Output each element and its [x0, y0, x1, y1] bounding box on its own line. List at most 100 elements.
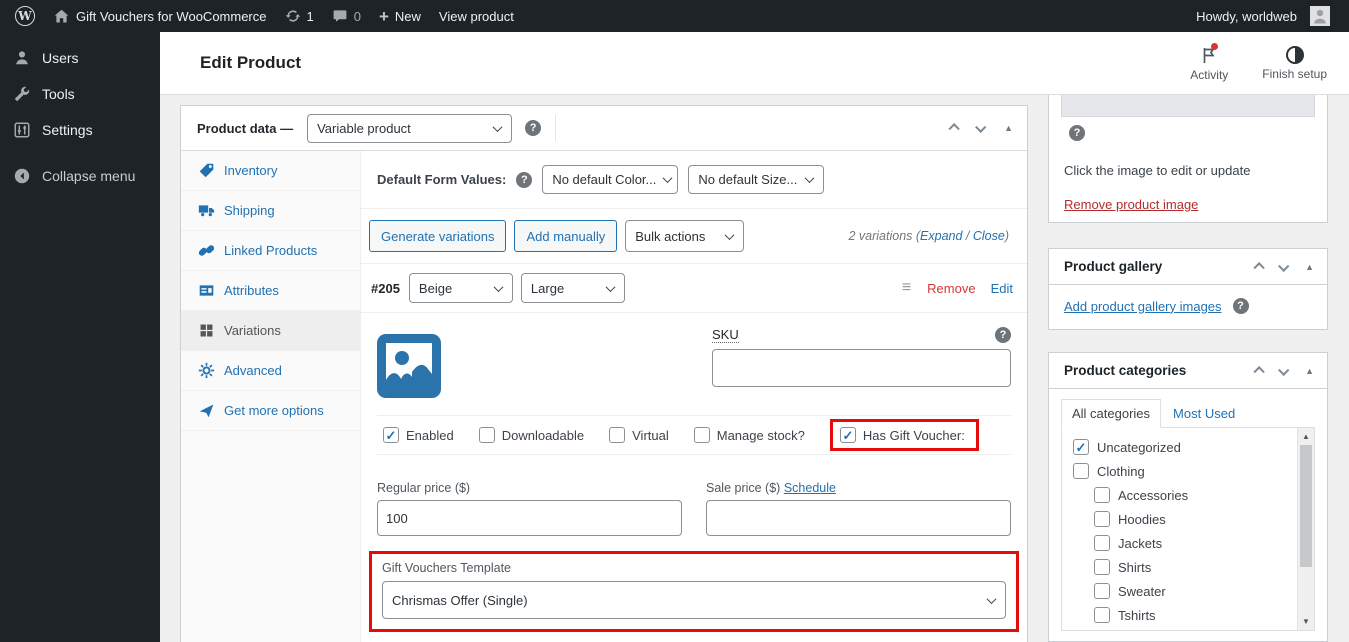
schedule-link[interactable]: Schedule: [784, 481, 836, 495]
close-link[interactable]: Close: [973, 229, 1005, 243]
category-item-jackets[interactable]: Jackets: [1073, 531, 1288, 555]
product-data-tabs: Inventory Shipping Linked Products Attribut…: [181, 151, 361, 642]
category-label: Hoodies: [1118, 511, 1166, 527]
avatar: [1310, 6, 1330, 26]
checkbox-box[interactable]: [609, 427, 626, 443]
drag-handle-icon[interactable]: ≡: [902, 279, 911, 297]
checkbox-box[interactable]: [1094, 559, 1110, 575]
sidebar-item-label: Users: [42, 50, 79, 66]
sidebar-item-settings[interactable]: Settings: [0, 112, 160, 148]
move-up-icon[interactable]: [1253, 365, 1265, 377]
plus-icon: +: [378, 6, 389, 26]
checkbox-box[interactable]: [1073, 439, 1089, 455]
activity-button[interactable]: Activity: [1190, 42, 1228, 82]
default-form-values-help-icon[interactable]: [516, 171, 533, 188]
checkbox-enabled[interactable]: Enabled: [383, 427, 454, 443]
generate-variations-button[interactable]: Generate variations: [369, 220, 507, 252]
move-down-icon[interactable]: [1278, 260, 1290, 272]
add-gallery-images-link[interactable]: Add product gallery images: [1064, 299, 1222, 314]
scroll-down-icon[interactable]: ▼: [1298, 617, 1314, 626]
product-type-select[interactable]: Variable product: [307, 113, 513, 143]
view-product-label: View product: [438, 8, 514, 24]
toggle-panel-icon[interactable]: ▲: [1305, 262, 1314, 272]
category-item-shirts[interactable]: Shirts: [1073, 555, 1288, 579]
variation-image-placeholder-icon[interactable]: [377, 334, 441, 398]
comments-button[interactable]: 0: [323, 0, 370, 32]
checkbox-box[interactable]: [478, 427, 495, 443]
product-data-body: Inventory Shipping Linked Products Attribut…: [181, 151, 1027, 642]
category-item-sweater[interactable]: Sweater: [1073, 579, 1288, 603]
checkbox-box[interactable]: [1094, 607, 1110, 623]
scroll-up-icon[interactable]: ▲: [1298, 432, 1314, 441]
sidebar-item-collapse-menu[interactable]: Collapse menu: [0, 158, 160, 194]
expand-link[interactable]: Expand: [920, 229, 962, 243]
checkbox-box[interactable]: [1094, 511, 1110, 527]
move-down-icon[interactable]: [1278, 364, 1290, 376]
checkbox-box[interactable]: [1073, 463, 1089, 479]
tab-get-more-options[interactable]: Get more options: [181, 391, 360, 431]
default-size-select[interactable]: No default Size...: [688, 165, 825, 194]
checkbox-box[interactable]: [1094, 535, 1110, 551]
product-type-help-icon[interactable]: [525, 120, 542, 136]
attributes-icon: [198, 282, 215, 299]
checkbox-has-gift-voucher[interactable]: Has Gift Voucher:: [839, 427, 965, 443]
checkbox-box[interactable]: [693, 427, 710, 443]
checkbox-box[interactable]: [383, 427, 399, 443]
toggle-panel-icon[interactable]: ▲: [1004, 123, 1013, 133]
chevron-down-icon: [493, 281, 504, 292]
wordpress-menu[interactable]: W: [6, 0, 44, 32]
site-link[interactable]: Gift Vouchers for WooCommerce: [44, 0, 276, 32]
regular-price-input[interactable]: [377, 500, 682, 536]
tab-most-used[interactable]: Most Used: [1161, 400, 1247, 427]
edit-variation-link[interactable]: Edit: [991, 281, 1013, 296]
gift-template-select[interactable]: Chrismas Offer (Single): [382, 581, 1006, 619]
category-item-hoodies[interactable]: Hoodies: [1073, 507, 1288, 531]
scrollbar-thumb[interactable]: [1300, 445, 1312, 567]
tab-variations[interactable]: Variations: [181, 311, 360, 351]
featured-image-help-icon[interactable]: [1069, 125, 1085, 141]
divider: [555, 115, 557, 141]
sidebar-item-tools[interactable]: Tools: [0, 76, 160, 112]
move-up-icon[interactable]: [948, 123, 960, 135]
toggle-panel-icon[interactable]: ▲: [1305, 366, 1314, 376]
tab-attributes[interactable]: Attributes: [181, 271, 360, 311]
checkbox-downloadable[interactable]: Downloadable: [478, 427, 584, 443]
remove-variation-link[interactable]: Remove: [927, 281, 975, 296]
tab-all-categories[interactable]: All categories: [1061, 399, 1162, 428]
sale-price-input[interactable]: [706, 500, 1011, 536]
new-content-button[interactable]: + New: [370, 0, 430, 32]
account-menu[interactable]: Howdy, worldweb: [1187, 0, 1339, 32]
variation-size-select[interactable]: Large: [520, 273, 625, 303]
variation-color-select[interactable]: Beige: [408, 273, 513, 303]
add-manually-button[interactable]: Add manually: [514, 220, 618, 252]
sidebar-item-users[interactable]: Users: [0, 40, 160, 76]
move-down-icon[interactable]: [975, 121, 987, 133]
tab-label: Get more options: [224, 403, 324, 418]
bulk-actions-select[interactable]: Bulk actions: [625, 220, 745, 252]
updates-button[interactable]: 1: [276, 0, 323, 32]
default-color-select[interactable]: No default Color...: [542, 165, 679, 194]
category-item-tshirts[interactable]: Tshirts: [1073, 603, 1288, 627]
checkbox-box[interactable]: [1094, 583, 1110, 599]
remove-product-image-link[interactable]: Remove product image: [1064, 197, 1198, 212]
category-scrollbar[interactable]: ▲ ▼: [1297, 428, 1314, 630]
tab-shipping[interactable]: Shipping: [181, 191, 360, 231]
checkbox-virtual[interactable]: Virtual: [609, 427, 669, 443]
tab-inventory[interactable]: Inventory: [181, 151, 360, 191]
product-image-thumbnail[interactable]: [1061, 95, 1315, 117]
tab-label: Linked Products: [224, 243, 318, 258]
tab-linked-products[interactable]: Linked Products: [181, 231, 360, 271]
checkbox-box[interactable]: [839, 427, 856, 443]
category-item-uncategorized[interactable]: Uncategorized: [1073, 435, 1288, 459]
sku-help-icon[interactable]: [995, 327, 1011, 343]
category-item-accessories[interactable]: Accessories: [1073, 483, 1288, 507]
category-item-clothing[interactable]: Clothing: [1073, 459, 1288, 483]
sku-input[interactable]: [712, 349, 1011, 387]
move-up-icon[interactable]: [1253, 261, 1265, 273]
view-product-link[interactable]: View product: [430, 0, 523, 32]
gallery-help-icon[interactable]: [1232, 298, 1249, 314]
tab-advanced[interactable]: Advanced: [181, 351, 360, 391]
finish-setup-button[interactable]: Finish setup: [1262, 45, 1327, 81]
checkbox-box[interactable]: [1094, 487, 1110, 503]
checkbox-manage-stock[interactable]: Manage stock?: [693, 427, 805, 443]
